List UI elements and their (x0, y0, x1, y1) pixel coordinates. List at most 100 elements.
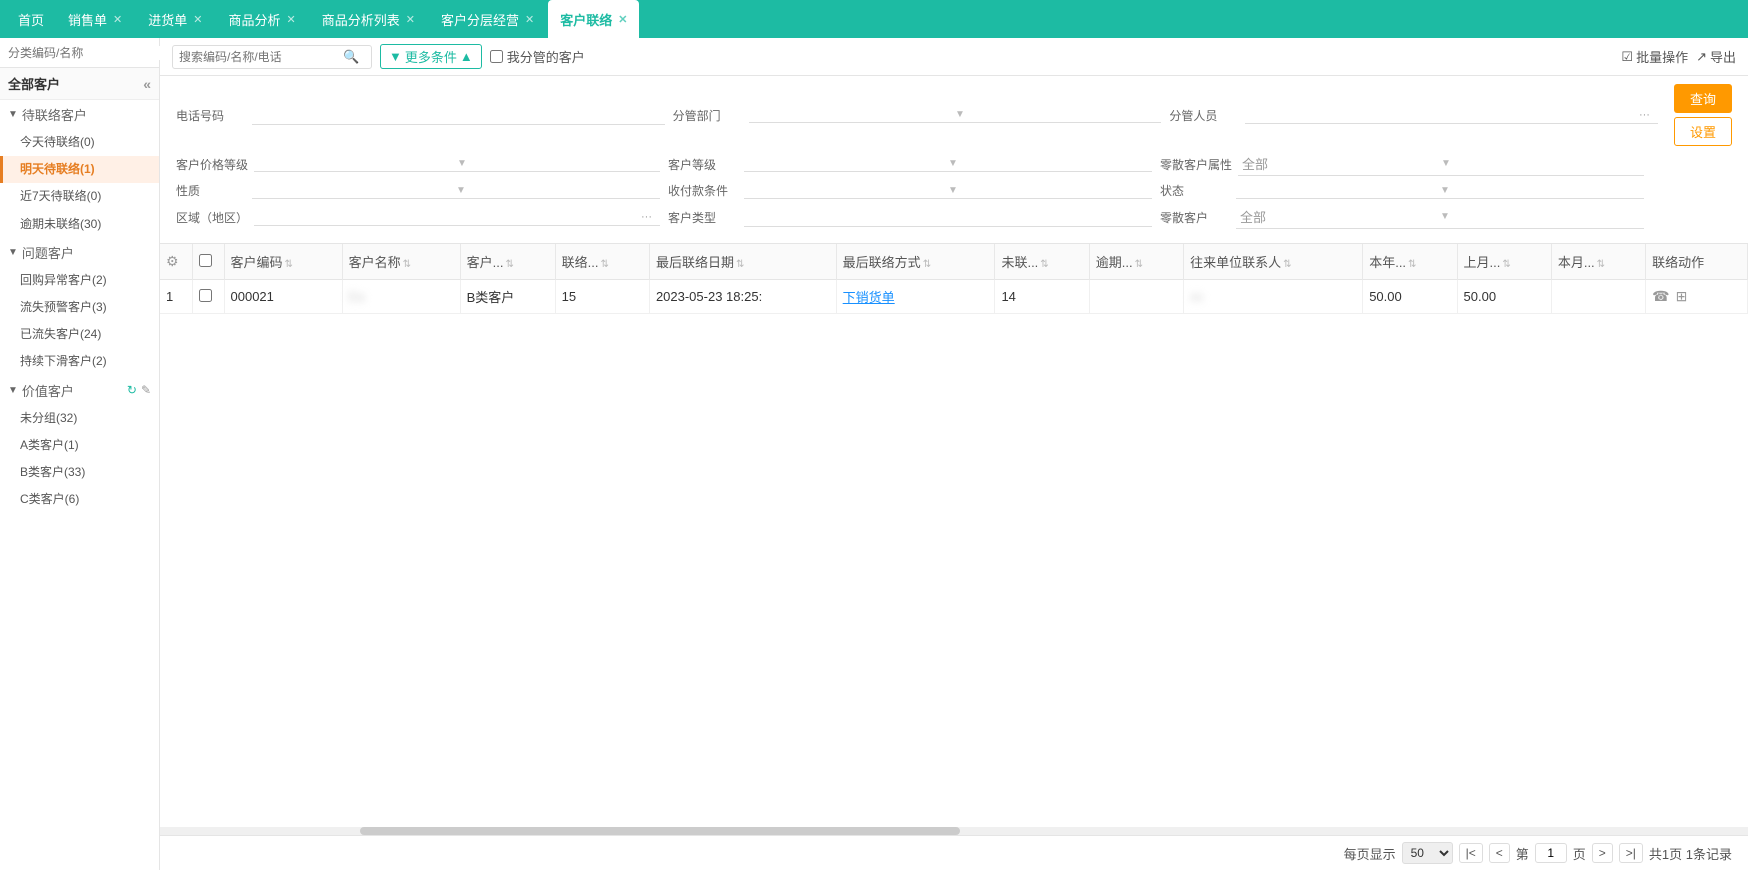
group-value-customers[interactable]: ▼ 价值客户 ↻ ✎ (0, 376, 159, 405)
group-pending-label: 待联络客户 (22, 105, 87, 124)
filter-select-price-level[interactable]: ▼ (254, 156, 660, 172)
chevron-up-icon: ▲ (460, 49, 473, 64)
filter-cell-person: 分管人员 ··· (1169, 107, 1658, 124)
cell-actions: ☎ ⊞ (1646, 280, 1748, 314)
nav-tab-analysis[interactable]: 商品分析 ✕ (216, 0, 307, 38)
export-btn[interactable]: ↗ 导出 (1696, 47, 1736, 66)
sidebar-item-class-a[interactable]: A类客户(1) (0, 432, 159, 459)
sort-type-icon[interactable]: ⇅ (505, 259, 513, 270)
sidebar-item-today[interactable]: 今天待联络(0) (0, 129, 159, 156)
filter-input-phone[interactable] (252, 106, 665, 125)
sidebar-item-class-c[interactable]: C类客户(6) (0, 486, 159, 513)
group-prob-label: 问题客户 (22, 243, 74, 262)
prev-page-btn[interactable]: < (1489, 843, 1510, 863)
sort-year-icon[interactable]: ⇅ (1408, 259, 1416, 270)
group-problem-customers[interactable]: ▼ 问题客户 (0, 238, 159, 267)
filter-search-icon[interactable]: 🔍 (343, 49, 359, 65)
sidebar: 🔍 全部客户 « ▼ 待联络客户 今天待联络(0) 明天待联络(1) 近7天待联… (0, 38, 160, 870)
select-all-checkbox[interactable] (199, 254, 212, 267)
last-page-btn[interactable]: >| (1619, 843, 1643, 863)
sort-person-icon[interactable]: ⇅ (1283, 259, 1291, 270)
customer-name-blurred: Ea (349, 289, 365, 304)
filter-select-status[interactable]: ▼ (1236, 183, 1644, 199)
sort-contact-icon[interactable]: ⇅ (600, 259, 608, 270)
query-btn[interactable]: 查询 (1674, 84, 1732, 113)
filter-row-1: 电话号码 分管部门 ▼ 分管人员 ··· (176, 84, 1732, 146)
col-this-month: 本月...⇅ (1551, 244, 1645, 280)
col-unlinking: 未联...⇅ (995, 244, 1089, 280)
sidebar-item-churned[interactable]: 已流失客户(24) (0, 321, 159, 348)
scrollbar-thumb[interactable] (360, 827, 960, 835)
sort-overdue-icon[interactable]: ⇅ (1135, 259, 1143, 270)
sidebar-item-churn-warn[interactable]: 流失预警客户(3) (0, 294, 159, 321)
batch-op-btn[interactable]: ☑ 批量操作 (1621, 47, 1688, 66)
filter-select-retail-attr[interactable]: 全部 ▼ (1238, 152, 1644, 176)
row-checkbox[interactable] (199, 289, 212, 302)
sort-method-icon[interactable]: ⇅ (923, 259, 931, 270)
sort-code-icon[interactable]: ⇅ (285, 259, 293, 270)
filter-select-retail-customer[interactable]: 全部 ▼ (1236, 205, 1644, 229)
sidebar-search-input[interactable] (8, 46, 163, 60)
sort-date-icon[interactable]: ⇅ (736, 259, 744, 270)
nav-tab-analysis-list[interactable]: 商品分析列表 ✕ (310, 0, 427, 38)
all-customers-header[interactable]: 全部客户 « (0, 68, 159, 100)
close-tab-sales-icon[interactable]: ✕ (113, 13, 122, 26)
sort-name-icon[interactable]: ⇅ (403, 259, 411, 270)
sort-month-icon[interactable]: ⇅ (1597, 259, 1605, 270)
filter-input-customer-type[interactable] (744, 208, 1152, 227)
sidebar-item-tomorrow[interactable]: 明天待联络(1) (0, 156, 159, 183)
sort-lmonth-icon[interactable]: ⇅ (1502, 259, 1510, 270)
chevron-down-status-icon: ▼ (1440, 185, 1640, 196)
collapse-icon[interactable]: « (143, 76, 151, 92)
close-tab-analysis-icon[interactable]: ✕ (287, 13, 296, 26)
filter-label-retail-attr: 零散客户属性 (1160, 156, 1232, 173)
sort-unlink-icon[interactable]: ⇅ (1040, 259, 1048, 270)
more-person-icon[interactable]: ··· (1635, 109, 1654, 121)
nav-tab-purchase[interactable]: 进货单 ✕ (136, 0, 214, 38)
nav-home[interactable]: 首页 (8, 0, 54, 38)
close-tab-customer-tier-icon[interactable]: ✕ (525, 13, 534, 26)
chevron-down-payment-icon: ▼ (948, 185, 1148, 196)
next-page-btn[interactable]: > (1592, 843, 1613, 863)
nav-tab-customer-contact[interactable]: 客户联络 ✕ (548, 0, 639, 38)
my-customers-checkbox-label[interactable]: 我分管的客户 (490, 47, 585, 66)
cell-overdue (1089, 280, 1183, 314)
first-page-btn[interactable]: |< (1459, 843, 1483, 863)
edit-group-icon[interactable]: ✎ (141, 383, 151, 397)
adv-filter-panel: 电话号码 分管部门 ▼ 分管人员 ··· (160, 76, 1748, 244)
sidebar-item-class-b[interactable]: B类客户(33) (0, 459, 159, 486)
filter-select-customer-level[interactable]: ▼ (744, 156, 1152, 172)
column-gear-icon[interactable]: ⚙ (166, 253, 179, 269)
close-tab-purchase-icon[interactable]: ✕ (193, 13, 202, 26)
close-tab-customer-contact-icon[interactable]: ✕ (618, 13, 627, 26)
contact-action-icon[interactable]: ☎ (1652, 288, 1669, 305)
group-pending-contact[interactable]: ▼ 待联络客户 (0, 100, 159, 129)
nav-tab-sales[interactable]: 销售单 ✕ (56, 0, 134, 38)
cell-last-month: 50.00 (1457, 280, 1551, 314)
sidebar-item-ungrouped[interactable]: 未分组(32) (0, 405, 159, 432)
my-customers-checkbox[interactable] (490, 50, 503, 63)
nav-tab-customer-tier[interactable]: 客户分层经营 ✕ (429, 0, 546, 38)
last-method-link[interactable]: 下销货单 (843, 290, 895, 305)
more-region-icon[interactable]: ··· (637, 211, 656, 223)
page-size-select[interactable]: 50 100 200 (1402, 842, 1453, 864)
group-tri-icon: ▼ (8, 109, 18, 120)
sidebar-item-7days[interactable]: 近7天待联络(0) (0, 183, 159, 210)
cell-index: 1 (160, 280, 192, 314)
more-action-icon[interactable]: ⊞ (1676, 288, 1688, 305)
sidebar-item-abnormal[interactable]: 回购异常客户(2) (0, 267, 159, 294)
filter-search-input[interactable] (179, 50, 339, 64)
more-filter-btn[interactable]: ▼ 更多条件 ▲ (380, 44, 482, 69)
filter-select-nature[interactable]: ▼ (252, 183, 660, 199)
horizontal-scrollbar[interactable] (160, 827, 1748, 835)
filter-select-dept[interactable]: ▼ (749, 107, 1162, 123)
refresh-icon[interactable]: ↻ (127, 383, 137, 397)
sidebar-item-overdue[interactable]: 逾期未联络(30) (0, 211, 159, 238)
filter-label-price-level: 客户价格等级 (176, 156, 248, 173)
page-number-input[interactable] (1535, 843, 1567, 863)
filter-select-payment[interactable]: ▼ (744, 183, 1152, 199)
col-contact-person: 往来单位联系人⇅ (1184, 244, 1363, 280)
close-tab-analysis-list-icon[interactable]: ✕ (406, 13, 415, 26)
sidebar-item-declining[interactable]: 持续下滑客户(2) (0, 348, 159, 375)
set-btn[interactable]: 设置 (1674, 117, 1732, 146)
